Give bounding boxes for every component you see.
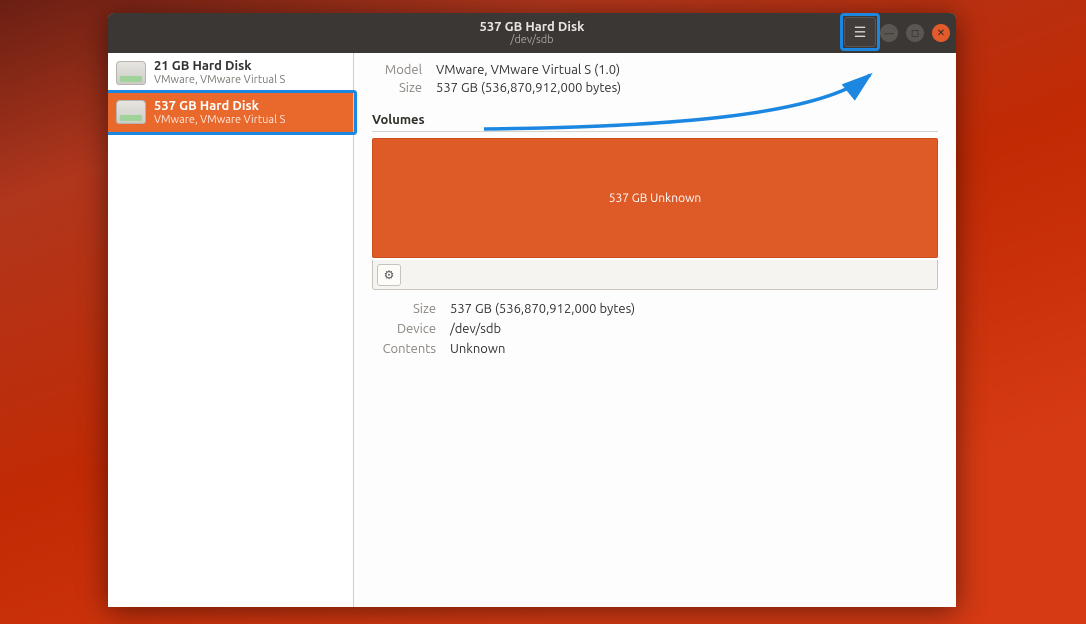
disk-title: 21 GB Hard Disk (154, 59, 285, 74)
detail-size-row: Size 537 GB (536,870,912,000 bytes) (372, 302, 938, 316)
harddisk-icon (116, 100, 146, 124)
disk-title: 537 GB Hard Disk (154, 99, 285, 114)
detail-device-row: Device /dev/sdb (372, 322, 938, 336)
window-body: 21 GB Hard Disk VMware, VMware Virtual S… (108, 53, 956, 607)
maximize-button[interactable]: ◻ (906, 24, 924, 42)
disk-model-row: Model VMware, VMware Virtual S (1.0) (372, 63, 938, 77)
size-label: Size (372, 81, 422, 95)
disk-subtitle: VMware, VMware Virtual S (154, 74, 285, 87)
minimize-button[interactable]: — (880, 24, 898, 42)
window-title: 537 GB Hard Disk (480, 20, 585, 34)
disk-subtitle: VMware, VMware Virtual S (154, 114, 285, 127)
volumes-heading: Volumes (372, 113, 938, 132)
gear-icon: ⚙ (384, 268, 395, 282)
detail-contents-label: Contents (372, 342, 436, 356)
detail-contents-row: Contents Unknown (372, 342, 938, 356)
volume-block[interactable]: 537 GB Unknown (372, 138, 938, 258)
title-stack: 537 GB Hard Disk /dev/sdb (480, 20, 585, 46)
volume-details: Size 537 GB (536,870,912,000 bytes) Devi… (372, 302, 938, 362)
minimize-icon: — (884, 28, 894, 39)
window-controls: — ◻ ✕ (880, 24, 950, 42)
maximize-icon: ◻ (911, 27, 919, 39)
sidebar-disk-item-selected[interactable]: 537 GB Hard Disk VMware, VMware Virtual … (108, 93, 353, 133)
detail-size-label: Size (372, 302, 436, 316)
sidebar-disk-item[interactable]: 21 GB Hard Disk VMware, VMware Virtual S (108, 53, 353, 93)
hamburger-icon: ☰ (854, 24, 867, 41)
disks-app-window: 537 GB Hard Disk /dev/sdb ☰ — ◻ ✕ 21 GB … (108, 13, 956, 607)
disk-sidebar: 21 GB Hard Disk VMware, VMware Virtual S… (108, 53, 354, 607)
detail-device-value: /dev/sdb (450, 322, 501, 336)
detail-contents-value: Unknown (450, 342, 505, 356)
disk-size-row: Size 537 GB (536,870,912,000 bytes) (372, 81, 938, 95)
detail-device-label: Device (372, 322, 436, 336)
drive-menu-button[interactable]: ☰ (844, 17, 876, 47)
titlebar: 537 GB Hard Disk /dev/sdb ☰ — ◻ ✕ (108, 13, 956, 53)
close-button[interactable]: ✕ (932, 24, 950, 42)
volume-block-label: 537 GB Unknown (609, 192, 702, 205)
main-pane: Model VMware, VMware Virtual S (1.0) Siz… (354, 53, 956, 607)
harddisk-icon (116, 61, 146, 85)
volume-options-button[interactable]: ⚙ (377, 264, 401, 286)
model-label: Model (372, 63, 422, 77)
close-icon: ✕ (937, 27, 945, 39)
detail-size-value: 537 GB (536,870,912,000 bytes) (450, 302, 635, 316)
volume-toolbar: ⚙ (372, 260, 938, 290)
size-value: 537 GB (536,870,912,000 bytes) (436, 81, 621, 95)
model-value: VMware, VMware Virtual S (1.0) (436, 63, 620, 77)
window-subtitle: /dev/sdb (480, 34, 585, 46)
